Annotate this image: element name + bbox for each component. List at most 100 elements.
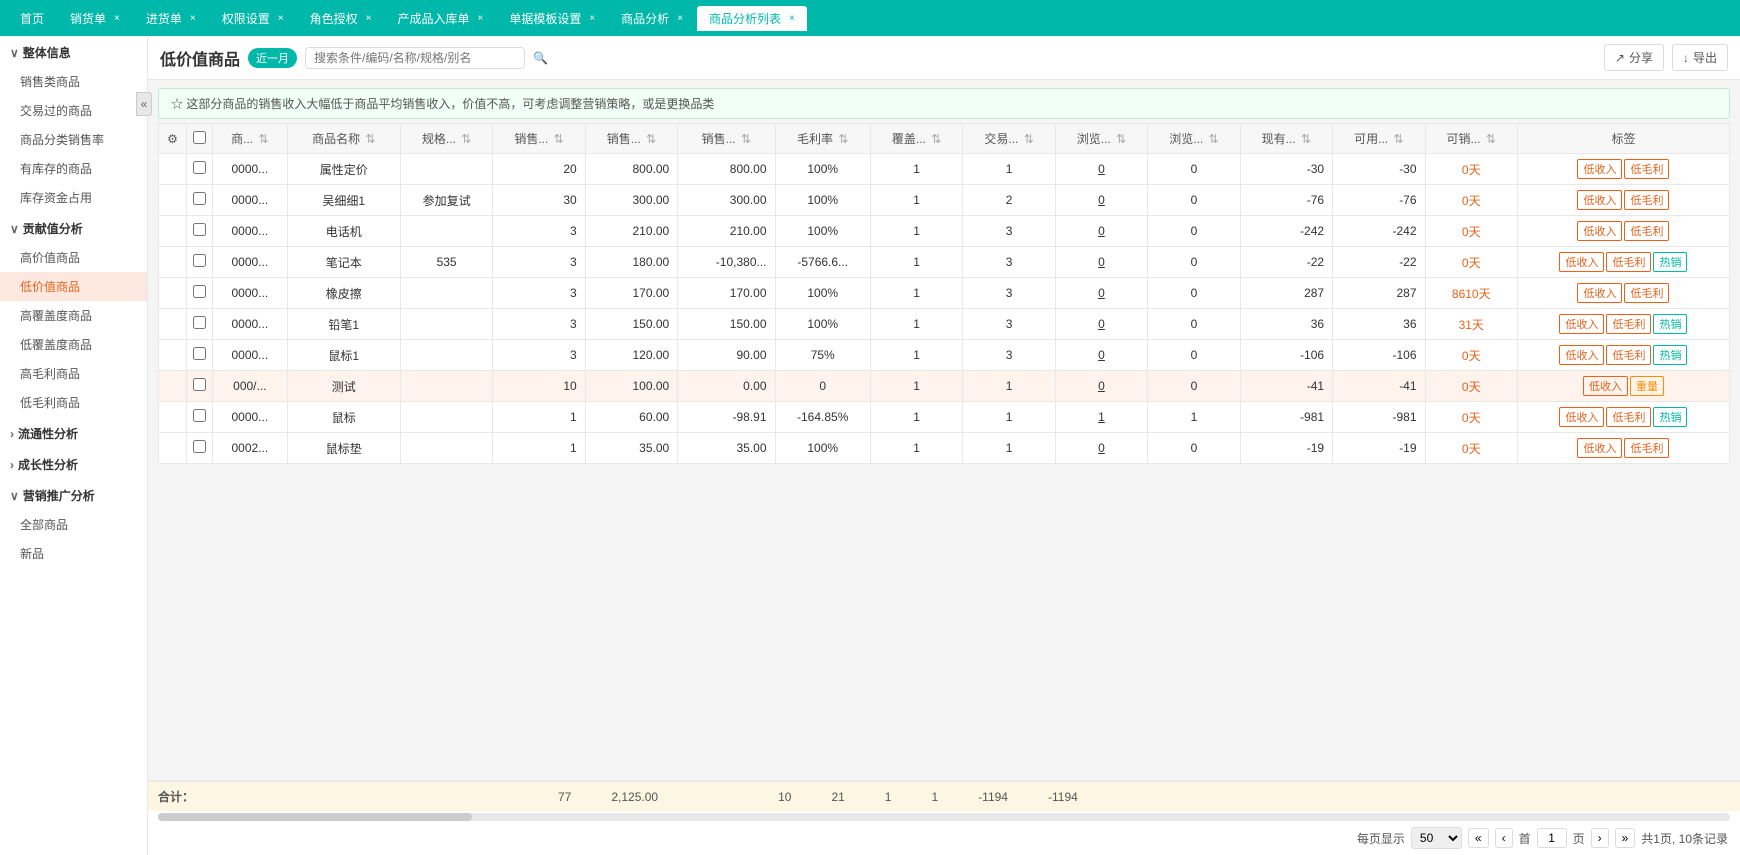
first-page-button[interactable]: « <box>1468 828 1489 848</box>
last-page-button[interactable]: » <box>1615 828 1636 848</box>
row-checkbox[interactable] <box>193 440 206 453</box>
row-checkbox-cell[interactable] <box>187 278 213 309</box>
sidebar-item-stock-funds[interactable]: 库存资金占用 <box>0 183 147 212</box>
row-checkbox[interactable] <box>193 347 206 360</box>
col-settings[interactable]: ⚙ <box>159 124 187 154</box>
sidebar-item-traded-products[interactable]: 交易过的商品 <box>0 96 147 125</box>
sidebar-item-low-coverage[interactable]: 低覆盖度商品 <box>0 330 147 359</box>
row-checkbox[interactable] <box>193 378 206 391</box>
sidebar-section-marketing[interactable]: ∨ 营销推广分析 <box>0 479 147 510</box>
row-checkbox[interactable] <box>193 223 206 236</box>
search-input[interactable] <box>305 47 525 69</box>
row-browse1[interactable]: 0 <box>1055 216 1147 247</box>
nav-sales-order[interactable]: 销货单 × <box>58 6 132 31</box>
browse1-link[interactable]: 0 <box>1098 224 1105 238</box>
nav-product-stock[interactable]: 产成品入库单 × <box>385 6 495 31</box>
row-checkbox[interactable] <box>193 409 206 422</box>
sort-spec-icon[interactable]: ⇅ <box>461 132 471 146</box>
sort-name-icon[interactable]: ⇅ <box>365 132 375 146</box>
row-checkbox-cell[interactable] <box>187 433 213 464</box>
row-browse1[interactable]: 0 <box>1055 340 1147 371</box>
sidebar-item-low-gross[interactable]: 低毛利商品 <box>0 388 147 417</box>
row-checkbox-cell[interactable] <box>187 340 213 371</box>
nav-role-auth[interactable]: 角色授权 × <box>298 6 384 31</box>
sidebar-section-contribution[interactable]: ∨ 贡献值分析 <box>0 212 147 243</box>
sidebar-item-all-products[interactable]: 全部商品 <box>0 510 147 539</box>
close-role-auth-icon[interactable]: × <box>366 13 372 24</box>
sort-browse2-icon[interactable]: ⇅ <box>1209 132 1219 146</box>
row-browse1[interactable]: 0 <box>1055 185 1147 216</box>
share-button[interactable]: ↗ 分享 <box>1604 44 1664 71</box>
row-checkbox-cell[interactable] <box>187 309 213 340</box>
prev-page-button[interactable]: ‹ <box>1495 828 1513 848</box>
page-number-input[interactable] <box>1537 828 1567 848</box>
sort-trade-icon[interactable]: ⇅ <box>1024 132 1034 146</box>
period-badge[interactable]: 近一月 <box>248 48 297 68</box>
row-checkbox-cell[interactable] <box>187 154 213 185</box>
sidebar-item-high-gross[interactable]: 高毛利商品 <box>0 359 147 388</box>
nav-purchase-order[interactable]: 进货单 × <box>134 6 208 31</box>
row-browse1[interactable]: 0 <box>1055 278 1147 309</box>
sort-available-icon[interactable]: ⇅ <box>1393 132 1403 146</box>
close-purchase-order-icon[interactable]: × <box>190 13 196 24</box>
nav-product-analysis-list[interactable]: 商品分析列表 × <box>697 6 807 31</box>
close-sales-order-icon[interactable]: × <box>114 13 120 24</box>
row-checkbox[interactable] <box>193 316 206 329</box>
sort-saleable-icon[interactable]: ⇅ <box>1486 132 1496 146</box>
export-button[interactable]: ↓ 导出 <box>1672 44 1728 71</box>
row-checkbox[interactable] <box>193 285 206 298</box>
page-size-select[interactable]: 50 100 200 <box>1411 827 1462 849</box>
close-product-analysis-icon[interactable]: × <box>677 13 683 24</box>
sidebar-item-category-sales-rate[interactable]: 商品分类销售率 <box>0 125 147 154</box>
sort-browse1-icon[interactable]: ⇅ <box>1116 132 1126 146</box>
browse1-link[interactable]: 0 <box>1098 441 1105 455</box>
browse1-link[interactable]: 0 <box>1098 348 1105 362</box>
row-checkbox[interactable] <box>193 161 206 174</box>
sidebar-section-overall[interactable]: ∨ 整体信息 <box>0 36 147 67</box>
row-checkbox-cell[interactable] <box>187 185 213 216</box>
row-browse1[interactable]: 0 <box>1055 371 1147 402</box>
browse1-link[interactable]: 0 <box>1098 193 1105 207</box>
sidebar-section-growth[interactable]: › 成长性分析 <box>0 448 147 479</box>
row-checkbox[interactable] <box>193 192 206 205</box>
row-browse1[interactable]: 1 <box>1055 402 1147 433</box>
sidebar-collapse-button[interactable]: « <box>136 92 152 116</box>
close-permission-icon[interactable]: × <box>278 13 284 24</box>
browse1-link[interactable]: 0 <box>1098 317 1105 331</box>
browse1-link[interactable]: 0 <box>1098 286 1105 300</box>
sort-amt-icon[interactable]: ⇅ <box>646 132 656 146</box>
sidebar-item-sales-products[interactable]: 销售类商品 <box>0 67 147 96</box>
sidebar-item-high-value[interactable]: 高价值商品 <box>0 243 147 272</box>
sort-avg-icon[interactable]: ⇅ <box>741 132 751 146</box>
sidebar-item-new-products[interactable]: 新品 <box>0 539 147 568</box>
row-checkbox-cell[interactable] <box>187 402 213 433</box>
browse1-link[interactable]: 0 <box>1098 379 1105 393</box>
close-product-stock-icon[interactable]: × <box>477 13 483 24</box>
sidebar-section-circulation[interactable]: › 流通性分析 <box>0 417 147 448</box>
row-browse1[interactable]: 0 <box>1055 309 1147 340</box>
next-page-button[interactable]: › <box>1591 828 1609 848</box>
sort-current-icon[interactable]: ⇅ <box>1301 132 1311 146</box>
search-icon[interactable]: 🔍 <box>533 51 548 65</box>
sort-cover-icon[interactable]: ⇅ <box>931 132 941 146</box>
sort-code-icon[interactable]: ⇅ <box>258 132 268 146</box>
nav-permission[interactable]: 权限设置 × <box>210 6 296 31</box>
row-checkbox-cell[interactable] <box>187 247 213 278</box>
browse1-link[interactable]: 0 <box>1098 255 1105 269</box>
sort-gross-icon[interactable]: ⇅ <box>838 132 848 146</box>
row-checkbox[interactable] <box>193 254 206 267</box>
row-browse1[interactable]: 0 <box>1055 433 1147 464</box>
row-browse1[interactable]: 0 <box>1055 247 1147 278</box>
sidebar-item-high-coverage[interactable]: 高覆盖度商品 <box>0 301 147 330</box>
sidebar-item-stock-products[interactable]: 有库存的商品 <box>0 154 147 183</box>
nav-template-settings[interactable]: 单据模板设置 × <box>497 6 607 31</box>
nav-product-analysis[interactable]: 商品分析 × <box>609 6 695 31</box>
close-product-analysis-list-icon[interactable]: × <box>789 13 795 24</box>
row-checkbox-cell[interactable] <box>187 371 213 402</box>
sidebar-item-low-value[interactable]: 低价值商品 <box>0 272 147 301</box>
browse1-link[interactable]: 1 <box>1098 410 1105 424</box>
close-template-icon[interactable]: × <box>589 13 595 24</box>
nav-home[interactable]: 首页 <box>8 6 56 31</box>
col-checkbox[interactable] <box>187 124 213 154</box>
row-checkbox-cell[interactable] <box>187 216 213 247</box>
